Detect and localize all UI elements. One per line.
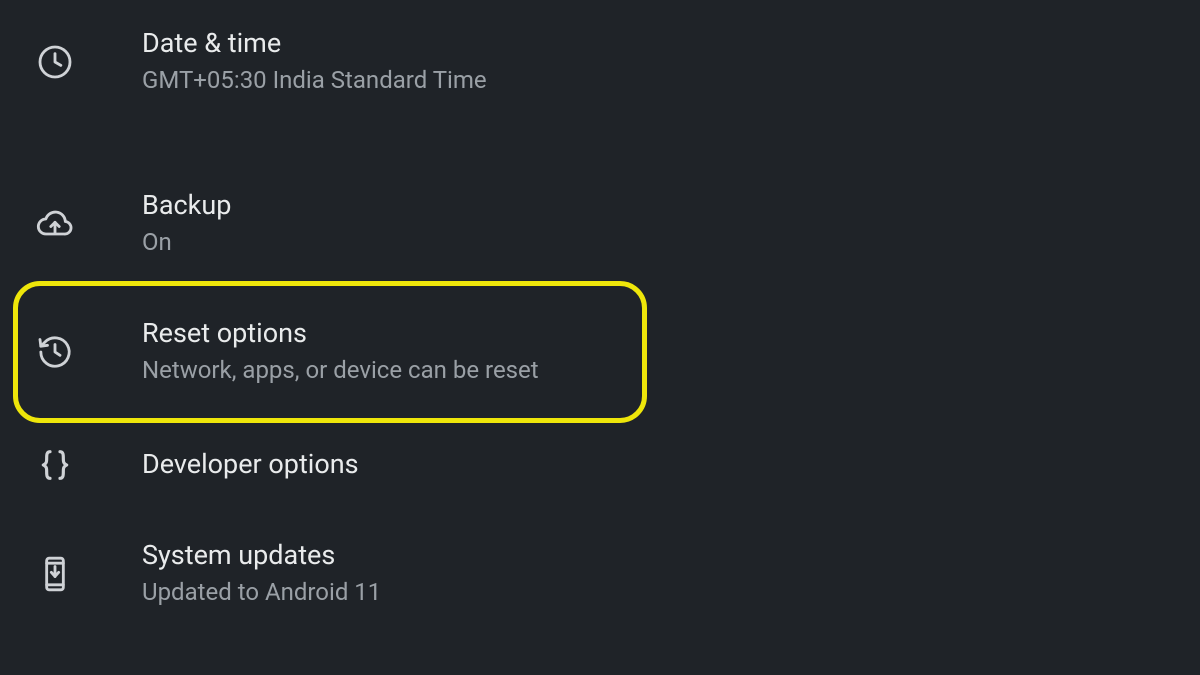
date-time-title: Date & time	[142, 26, 487, 61]
braces-icon	[34, 444, 76, 486]
reset-options-title: Reset options	[142, 316, 539, 351]
date-time-item[interactable]: Date & time GMT+05:30 India Standard Tim…	[0, 0, 1200, 124]
phone-download-icon	[34, 553, 76, 595]
developer-options-text: Developer options	[142, 447, 359, 482]
reset-options-subtitle: Network, apps, or device can be reset	[142, 353, 539, 388]
date-time-text: Date & time GMT+05:30 India Standard Tim…	[142, 26, 487, 98]
reset-options-item[interactable]: Reset options Network, apps, or device c…	[18, 286, 642, 418]
system-updates-subtitle: Updated to Android 11	[142, 575, 381, 610]
reset-options-text: Reset options Network, apps, or device c…	[142, 316, 539, 388]
date-time-subtitle: GMT+05:30 India Standard Time	[142, 63, 487, 98]
system-updates-title: System updates	[142, 538, 381, 573]
system-updates-item[interactable]: System updates Updated to Android 11	[0, 512, 1200, 636]
settings-list: Date & time GMT+05:30 India Standard Tim…	[0, 0, 1200, 636]
history-icon	[34, 331, 76, 373]
backup-subtitle: On	[142, 225, 231, 260]
developer-options-item[interactable]: Developer options	[0, 418, 1200, 512]
backup-title: Backup	[142, 188, 231, 223]
system-updates-text: System updates Updated to Android 11	[142, 538, 381, 610]
clock-icon	[34, 41, 76, 83]
developer-options-title: Developer options	[142, 447, 359, 482]
backup-item[interactable]: Backup On	[0, 162, 1200, 286]
backup-text: Backup On	[142, 188, 231, 260]
cloud-upload-icon	[34, 203, 76, 245]
spacer	[0, 124, 1200, 162]
